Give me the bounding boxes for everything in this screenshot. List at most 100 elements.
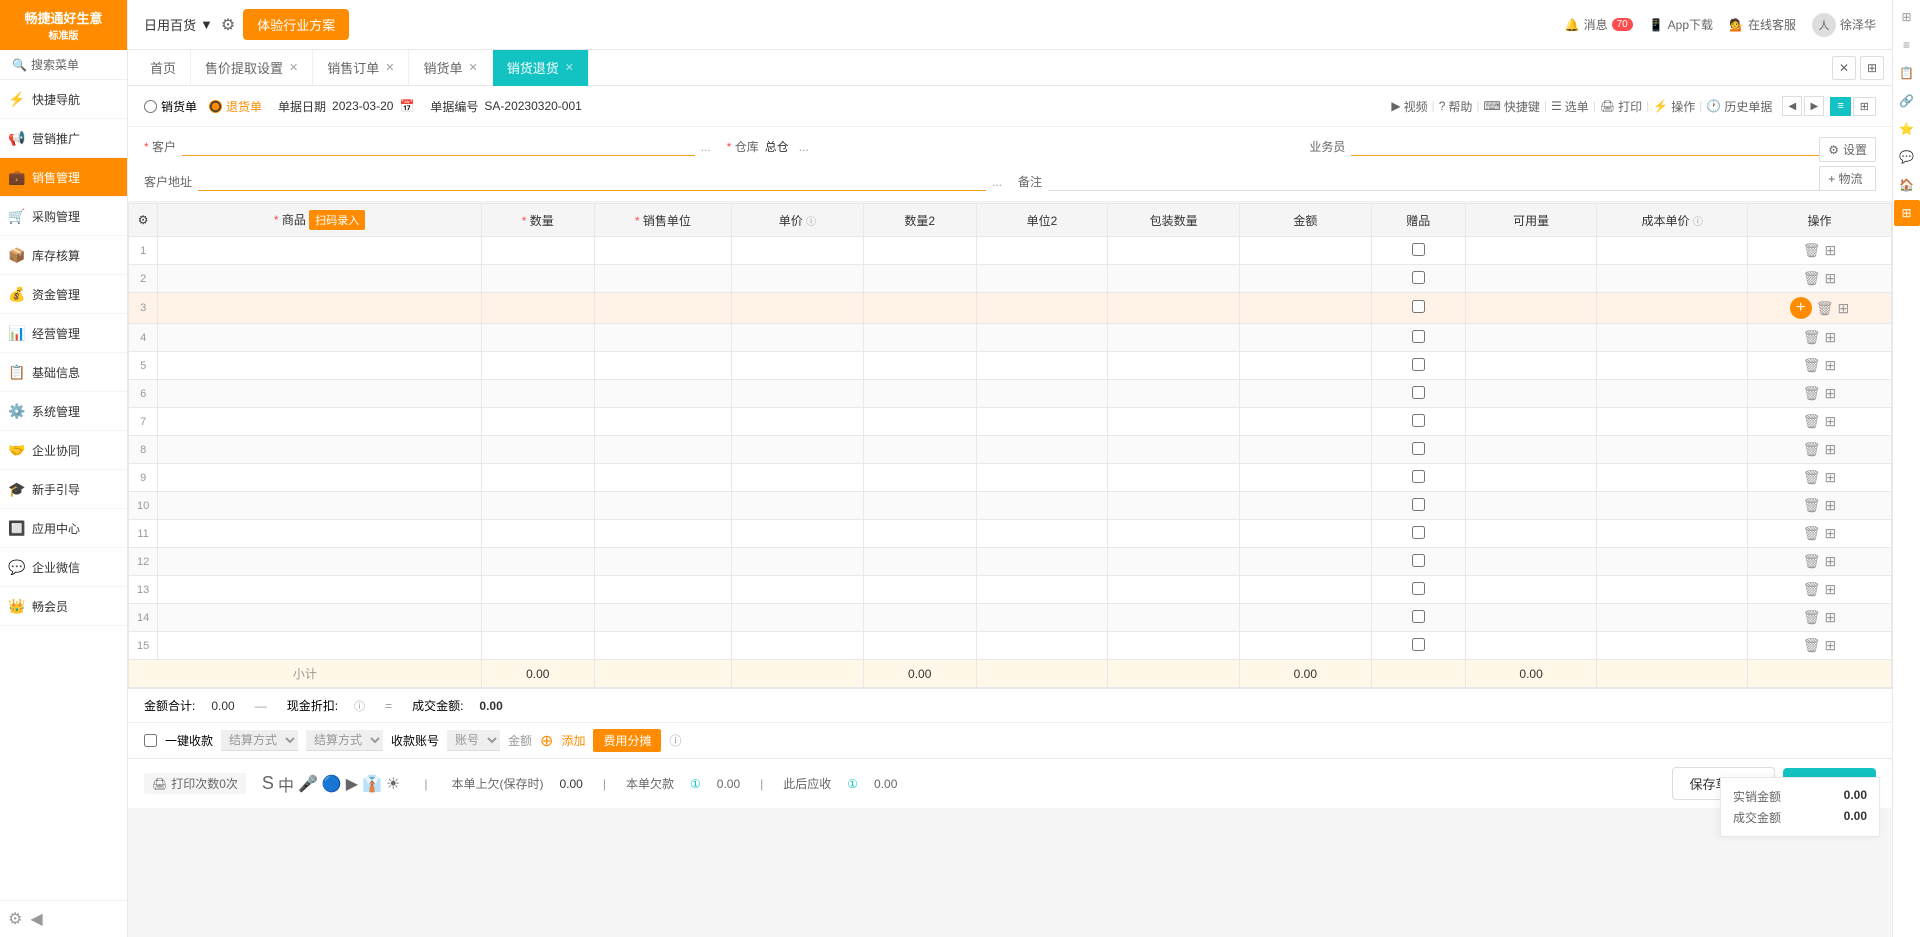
unit-cell-6[interactable] (594, 380, 731, 408)
price-cell-2[interactable] (732, 265, 864, 293)
delete-row-icon-2[interactable]: 🗑 (1803, 270, 1821, 287)
gift-cell-3[interactable] (1371, 293, 1465, 324)
qty-cell-9[interactable] (481, 464, 594, 492)
delete-row-icon-3[interactable]: 🗑 (1816, 300, 1834, 317)
price-cell-4[interactable] (732, 324, 864, 352)
th-settings[interactable]: ⚙ (129, 204, 158, 237)
gift-checkbox-3[interactable] (1412, 300, 1425, 313)
pkgqty-cell-5[interactable] (1108, 352, 1240, 380)
unit-cell-13[interactable] (594, 576, 731, 604)
pkgqty-cell-14[interactable] (1108, 604, 1240, 632)
costprice-cell-14[interactable] (1597, 604, 1748, 632)
operate-link[interactable]: ⚡ 操作 (1653, 98, 1695, 115)
user-profile[interactable]: 人 徐泽华 (1812, 13, 1876, 37)
qty2-cell-8[interactable] (863, 436, 976, 464)
unit-cell-14[interactable] (594, 604, 731, 632)
delete-row-icon-11[interactable]: 🗑 (1803, 525, 1821, 542)
product-cell-9[interactable] (158, 464, 482, 492)
avail-cell-7[interactable] (1465, 408, 1597, 436)
avail-cell-3[interactable] (1465, 293, 1597, 324)
calc-select[interactable]: 结算方式 (306, 730, 383, 751)
gift-cell-4[interactable] (1371, 324, 1465, 352)
costprice-cell-4[interactable] (1597, 324, 1748, 352)
tool-icon-3[interactable]: 🎤 (298, 774, 318, 794)
unit2-cell-11[interactable] (976, 520, 1108, 548)
pkgqty-cell-7[interactable] (1108, 408, 1240, 436)
copy-row-icon-3[interactable]: ⊞ (1838, 300, 1850, 317)
qty-cell-10[interactable] (481, 492, 594, 520)
delete-row-icon-4[interactable]: 🗑 (1803, 329, 1821, 346)
unit-cell-3[interactable] (594, 293, 731, 324)
avail-cell-11[interactable] (1465, 520, 1597, 548)
amount-cell-3[interactable] (1240, 293, 1372, 324)
product-cell-13[interactable] (158, 576, 482, 604)
copy-row-icon-11[interactable]: ⊞ (1825, 525, 1837, 542)
qty-cell-12[interactable] (481, 548, 594, 576)
gift-checkbox-14[interactable] (1412, 610, 1425, 623)
gift-checkbox-11[interactable] (1412, 526, 1425, 539)
gift-checkbox-9[interactable] (1412, 470, 1425, 483)
pkgqty-cell-6[interactable] (1108, 380, 1240, 408)
tool-icon-5[interactable]: ▶ (346, 774, 358, 794)
select-link[interactable]: ☰ 选单 (1551, 98, 1589, 115)
tool-icon-7[interactable]: ☀ (386, 774, 400, 794)
tool-icon-6[interactable]: 👔 (362, 774, 382, 794)
qty2-cell-1[interactable] (863, 237, 976, 265)
avail-cell-9[interactable] (1465, 464, 1597, 492)
qty2-cell-2[interactable] (863, 265, 976, 293)
one-click-payment-checkbox[interactable] (144, 734, 157, 747)
pkgqty-cell-4[interactable] (1108, 324, 1240, 352)
sidebar-item-sales[interactable]: 💼 销售管理 (0, 158, 127, 197)
copy-row-icon-8[interactable]: ⊞ (1825, 441, 1837, 458)
qty2-cell-4[interactable] (863, 324, 976, 352)
sidebar-item-marketing[interactable]: 📢 营销推广 (0, 119, 127, 158)
costprice-cell-13[interactable] (1597, 576, 1748, 604)
unit-cell-2[interactable] (594, 265, 731, 293)
sidebar-item-purchase[interactable]: 🛒 采购管理 (0, 197, 127, 236)
delete-row-icon-13[interactable]: 🗑 (1803, 581, 1821, 598)
pkgqty-cell-1[interactable] (1108, 237, 1240, 265)
product-input-${i}[interactable] (166, 301, 473, 315)
costprice-cell-7[interactable] (1597, 408, 1748, 436)
gift-checkbox-8[interactable] (1412, 442, 1425, 455)
qty2-cell-6[interactable] (863, 380, 976, 408)
unit-cell-5[interactable] (594, 352, 731, 380)
sidebar-item-member[interactable]: 👑 畅会员 (0, 587, 127, 626)
pkgqty-cell-15[interactable] (1108, 632, 1240, 660)
product-cell-2[interactable] (158, 265, 482, 293)
sidebar-item-operations[interactable]: 📊 经营管理 (0, 314, 127, 353)
tool-icon-4[interactable]: 🔵 (322, 774, 342, 794)
unit-cell-1[interactable] (594, 237, 731, 265)
copy-row-icon-14[interactable]: ⊞ (1825, 609, 1837, 626)
unit2-cell-4[interactable] (976, 324, 1108, 352)
note-input[interactable] (1048, 172, 1876, 191)
amount-cell-4[interactable] (1240, 324, 1372, 352)
product-cell-10[interactable] (158, 492, 482, 520)
gift-cell-14[interactable] (1371, 604, 1465, 632)
amount-cell-7[interactable] (1240, 408, 1372, 436)
unit2-cell-12[interactable] (976, 548, 1108, 576)
gift-cell-2[interactable] (1371, 265, 1465, 293)
price-cell-5[interactable] (732, 352, 864, 380)
scan-input-button[interactable]: 扫码录入 (309, 210, 365, 230)
sidebar-item-shortcut[interactable]: ⚡ 快捷导航 (0, 80, 127, 119)
customer-dots[interactable]: ... (701, 140, 711, 154)
gift-cell-15[interactable] (1371, 632, 1465, 660)
qty-cell-15[interactable] (481, 632, 594, 660)
unit2-cell-2[interactable] (976, 265, 1108, 293)
unit-cell-7[interactable] (594, 408, 731, 436)
account-select[interactable]: 账号 (447, 730, 500, 751)
tab-sales-order-close-icon[interactable]: ✕ (385, 61, 394, 74)
pkgqty-cell-8[interactable] (1108, 436, 1240, 464)
price-cell-9[interactable] (732, 464, 864, 492)
add-logistics-button[interactable]: + 物流 (1819, 166, 1876, 191)
avail-cell-12[interactable] (1465, 548, 1597, 576)
unit2-cell-15[interactable] (976, 632, 1108, 660)
qty-cell-5[interactable] (481, 352, 594, 380)
tool-icon-1[interactable]: S (262, 773, 274, 794)
tab-sales-order[interactable]: 销售订单 ✕ (313, 50, 409, 86)
amount-cell-10[interactable] (1240, 492, 1372, 520)
gift-checkbox-2[interactable] (1412, 271, 1425, 284)
topbar-settings-icon[interactable]: ⚙ (221, 15, 235, 35)
prev-record-button[interactable]: ◀ (1782, 96, 1802, 116)
